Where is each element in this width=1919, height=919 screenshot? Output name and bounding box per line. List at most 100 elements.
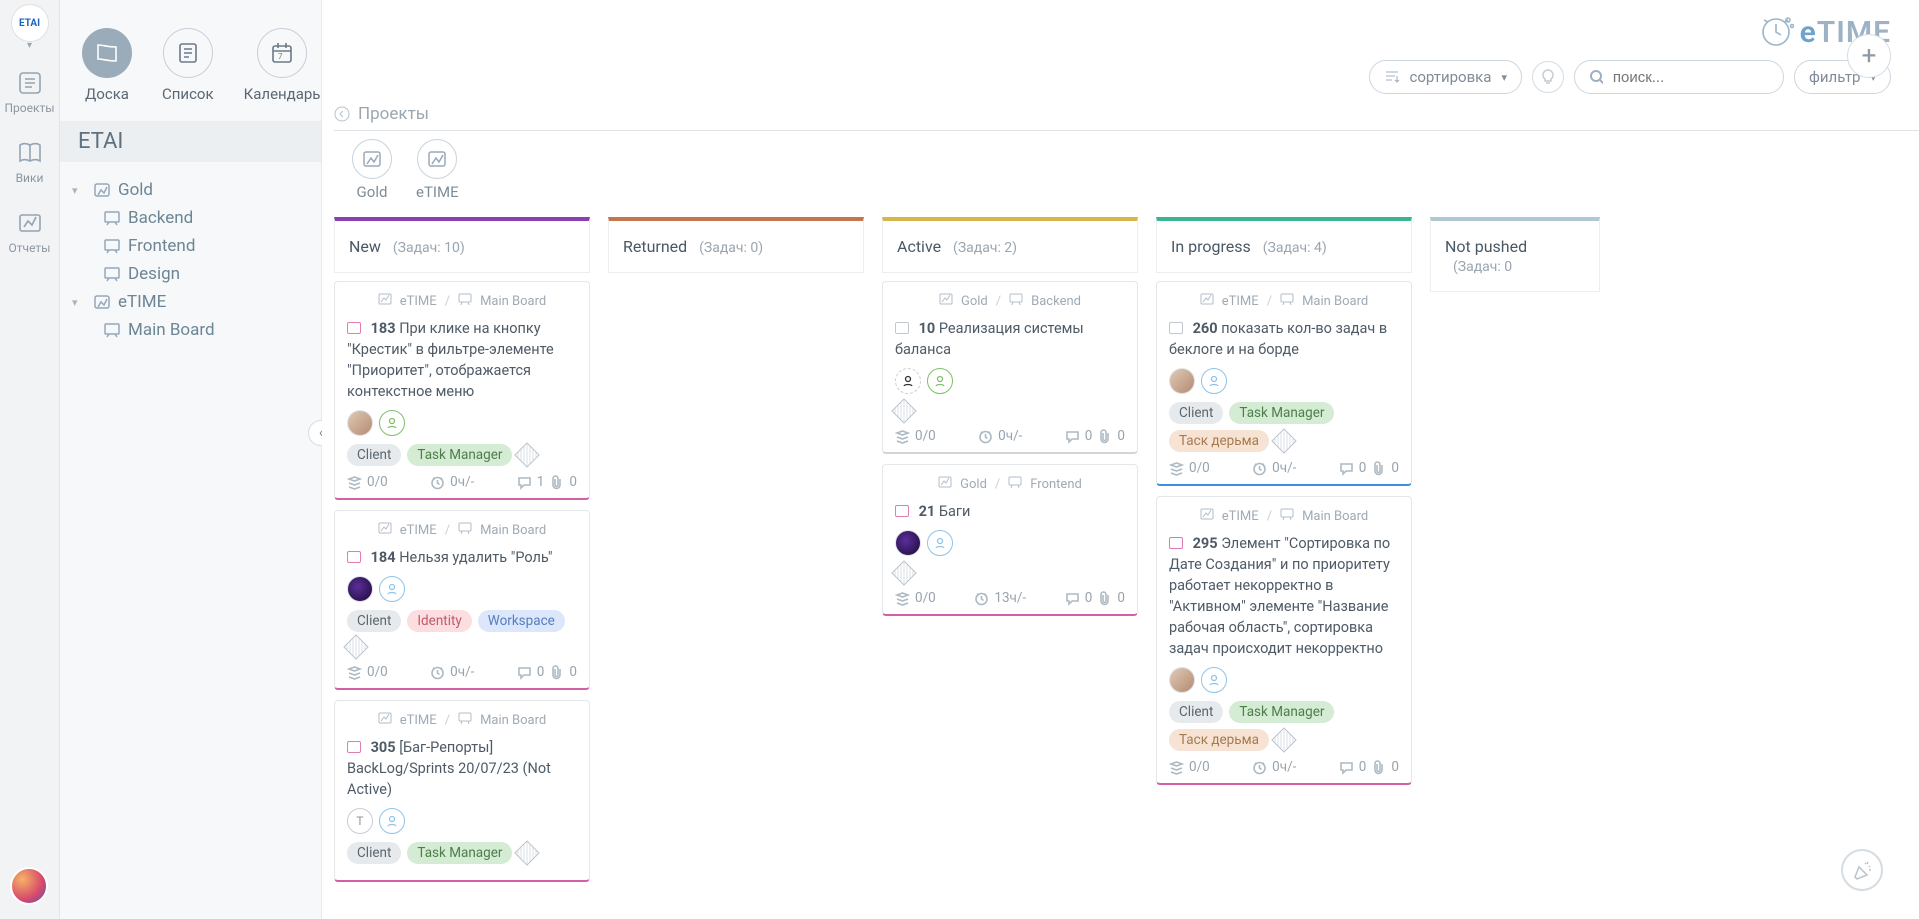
tag[interactable]: Client	[347, 610, 401, 632]
tree-board-mainboard[interactable]: Main Board	[66, 316, 315, 344]
view-list[interactable]: Список	[162, 28, 214, 103]
tree-project-etime[interactable]: ▾ eTIME	[66, 288, 315, 316]
board-icon	[103, 265, 121, 283]
card-footer: 0/0 13ч/- 00	[895, 590, 1125, 606]
tag[interactable]: Identity	[407, 610, 471, 632]
avatar[interactable]	[927, 530, 953, 556]
task-card[interactable]: eTIME / Main Board 183 При клике на кноп…	[334, 281, 590, 500]
project-icon	[93, 181, 111, 199]
avatar[interactable]	[1169, 368, 1195, 394]
sort-button[interactable]: сортировка ▾	[1369, 60, 1522, 94]
breadcrumb[interactable]: Проекты	[322, 98, 1919, 124]
card-path: Gold / Backend	[895, 292, 1125, 310]
assistant-button[interactable]	[1532, 61, 1564, 93]
diamond-icon	[515, 840, 540, 865]
diamond-icon	[1271, 428, 1296, 453]
avatars	[1169, 667, 1399, 693]
tag[interactable]: Task Manager	[1229, 701, 1334, 723]
task-id: 184	[371, 549, 396, 566]
column-title: Not pushed	[1445, 237, 1527, 256]
project-icon	[378, 711, 392, 729]
user-avatar[interactable]	[10, 867, 48, 905]
column-header: New (Задач: 10)	[334, 217, 590, 273]
project-chip-gold[interactable]: Gold	[352, 139, 392, 201]
avatar[interactable]	[895, 368, 921, 394]
avatar[interactable]	[1201, 368, 1227, 394]
avatar[interactable]	[1169, 667, 1195, 693]
card-footer: 0/0 0ч/- 00	[347, 664, 577, 680]
project-icon	[427, 149, 447, 169]
tag[interactable]: Таск дерьма	[1169, 729, 1269, 751]
nav-reports[interactable]: Отчеты	[2, 209, 58, 255]
nav-wiki[interactable]: Вики	[2, 139, 58, 185]
tags: Client Task Manager Таск дерьма	[1169, 402, 1399, 452]
tag[interactable]: Task Manager	[407, 444, 512, 466]
avatar[interactable]	[379, 410, 405, 436]
task-title: Баги	[939, 503, 971, 520]
tree-board-backend[interactable]: Backend	[66, 204, 315, 232]
task-card[interactable]: Gold / Backend 10 Реализация системы бал…	[882, 281, 1138, 454]
avatars	[347, 576, 577, 602]
search-icon	[1589, 69, 1603, 85]
tag[interactable]: Client	[1169, 701, 1223, 723]
avatar[interactable]	[1201, 667, 1227, 693]
tag[interactable]: Таск дерьма	[1169, 430, 1269, 452]
view-calendar[interactable]: 7 Календарь	[244, 28, 321, 103]
card-title: 183 При клике на кнопку "Крестик" в филь…	[347, 318, 577, 402]
avatar[interactable]: T	[347, 808, 373, 834]
project-icon	[362, 149, 382, 169]
avatar[interactable]	[927, 368, 953, 394]
column-title: Active	[897, 237, 941, 256]
view-board[interactable]: Доска	[82, 28, 132, 103]
tree-board-design[interactable]: Design	[66, 260, 315, 288]
search-input-wrap[interactable]	[1574, 60, 1784, 94]
project-icon	[1200, 292, 1214, 310]
avatar[interactable]	[347, 576, 373, 602]
logo[interactable]: ETAI	[11, 4, 49, 42]
card-footer: 0/0 0ч/- 00	[1169, 759, 1399, 775]
task-card[interactable]: eTIME / Main Board 260 показать кол-во з…	[1156, 281, 1412, 486]
tag[interactable]: Workspace	[478, 610, 565, 632]
tag[interactable]: Task Manager	[1229, 402, 1334, 424]
cards: Gold / Backend 10 Реализация системы бал…	[882, 281, 1138, 616]
project-icon	[378, 521, 392, 539]
task-card[interactable]: eTIME / Main Board 295 Элемент "Сортиров…	[1156, 496, 1412, 785]
board-icon	[1280, 507, 1294, 525]
search-input[interactable]	[1613, 69, 1769, 86]
avatar[interactable]	[895, 530, 921, 556]
kanban-column: Active (Задач: 2) Gold / Backend 10 Реал…	[882, 217, 1138, 892]
meta: 00	[1065, 590, 1125, 606]
folder-icon	[1169, 537, 1183, 549]
reports-icon	[16, 209, 44, 237]
avatar[interactable]	[379, 576, 405, 602]
nav-projects[interactable]: Проекты	[2, 69, 58, 115]
diamond-icon	[891, 398, 916, 423]
avatar[interactable]	[347, 410, 373, 436]
helper-button[interactable]	[1841, 849, 1883, 891]
tag[interactable]: Client	[1169, 402, 1223, 424]
tag[interactable]: Task Manager	[407, 842, 512, 864]
tag[interactable]: Client	[347, 444, 401, 466]
view-label: Календарь	[244, 85, 321, 103]
task-card[interactable]: eTIME / Main Board 184 Нельзя удалить "Р…	[334, 510, 590, 690]
logo-chevron-icon[interactable]: ▾	[27, 40, 32, 51]
tree-label: eTIME	[118, 292, 166, 312]
tag[interactable]: Client	[347, 842, 401, 864]
column-header: In progress (Задач: 4)	[1156, 217, 1412, 273]
diamond-icon	[1271, 727, 1296, 752]
avatars	[347, 410, 577, 436]
tree-project-gold[interactable]: ▾ Gold	[66, 176, 315, 204]
board-icon	[458, 292, 472, 310]
progress: 0/0	[347, 664, 388, 680]
project-chip-etime[interactable]: eTIME	[416, 139, 459, 201]
task-card[interactable]: Gold / Frontend 21 Баги 0/0 13ч/- 00	[882, 464, 1138, 616]
tree-label: Design	[128, 264, 180, 284]
task-card[interactable]: eTIME / Main Board 305 [Баг-Репорты] Bac…	[334, 700, 590, 882]
add-button[interactable]: +	[1847, 34, 1891, 78]
tree-board-frontend[interactable]: Frontend	[66, 232, 315, 260]
column-header: Not pushed (Задач: 0	[1430, 217, 1600, 292]
calendar-icon: 7	[269, 40, 295, 66]
avatar[interactable]	[379, 808, 405, 834]
card-path: eTIME / Main Board	[1169, 507, 1399, 525]
task-title: Нельзя удалить "Роль"	[399, 549, 552, 566]
